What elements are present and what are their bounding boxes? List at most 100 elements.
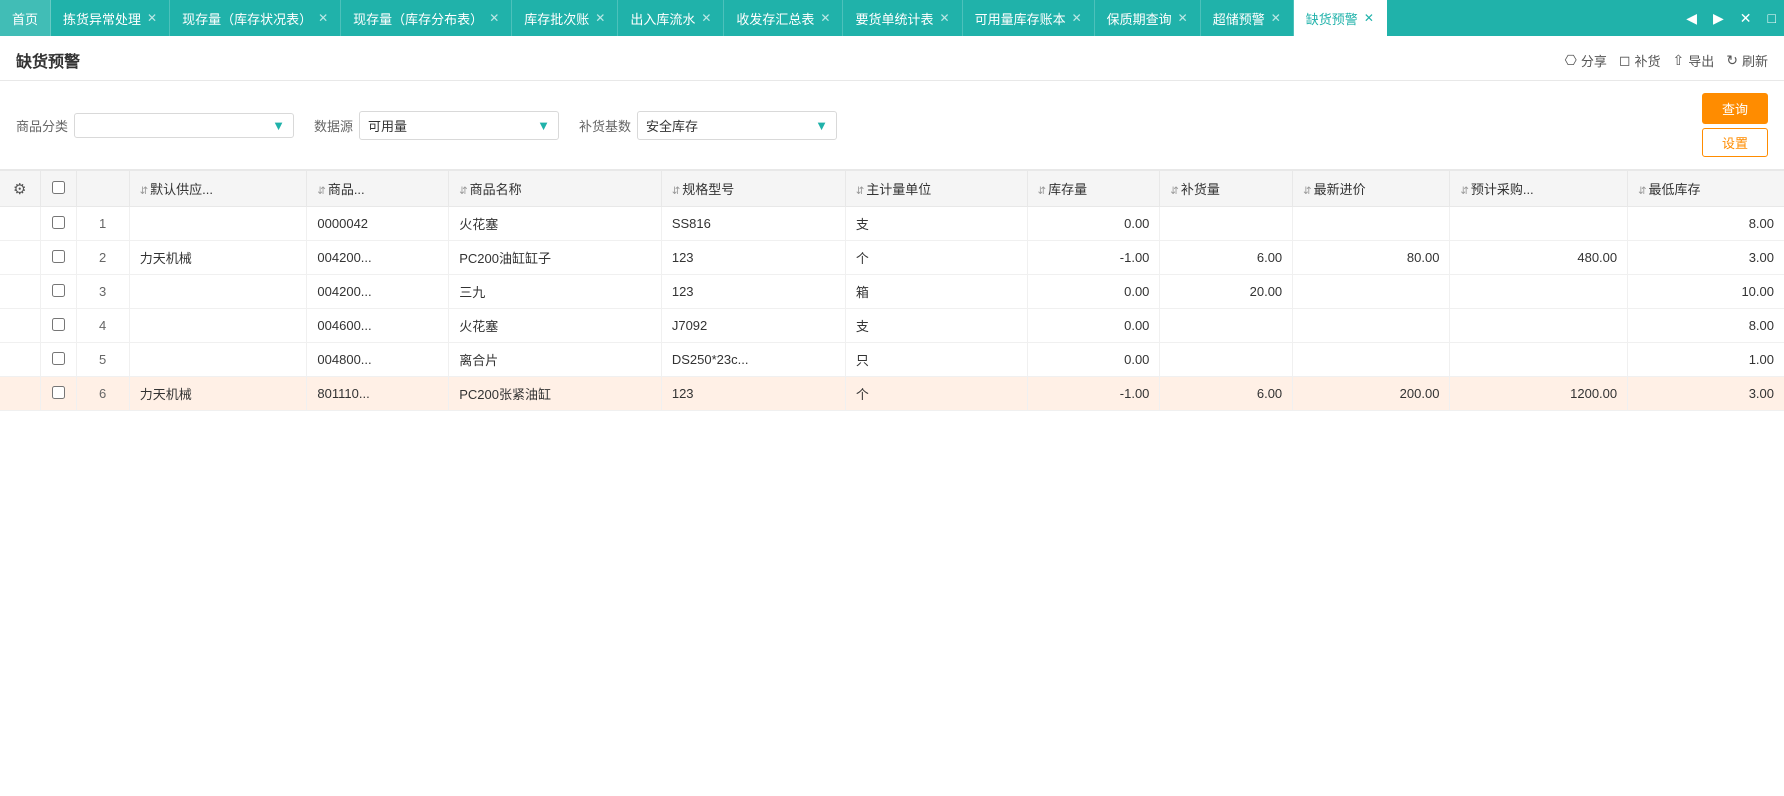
sort-icon-spec: ⇵ (672, 186, 680, 197)
tab-close-10[interactable]: ✕ (1271, 11, 1281, 25)
row-checkbox-4[interactable] (52, 352, 65, 365)
tab-item-5[interactable]: 出入库流水✕ (618, 0, 724, 36)
td-num-3: 4 (76, 309, 129, 343)
tab-item-3[interactable]: 现存量（库存分布表）✕ (341, 0, 512, 36)
td-product-name-1: PC200油缸缸子 (449, 241, 662, 275)
td-checkbox-2[interactable] (40, 275, 76, 309)
td-checkbox-3[interactable] (40, 309, 76, 343)
table-row: 3 004200... 三九 123 箱 0.00 20.00 10.00 (0, 275, 1784, 309)
th-checkbox[interactable] (40, 171, 76, 207)
row-checkbox-0[interactable] (52, 216, 65, 229)
datasource-select[interactable]: 可用量 ▼ (359, 111, 559, 140)
row-checkbox-3[interactable] (52, 318, 65, 331)
td-est-purchase-2 (1450, 275, 1628, 309)
tab-close-1[interactable]: ✕ (147, 11, 157, 25)
tab-close-8[interactable]: ✕ (1072, 11, 1082, 25)
tab-close-5[interactable]: ✕ (701, 11, 711, 25)
td-checkbox-5[interactable] (40, 377, 76, 411)
td-settings-3 (0, 309, 40, 343)
td-spec-5: 123 (661, 377, 845, 411)
tab-close-9[interactable]: ✕ (1178, 11, 1188, 25)
table-row: 6 力天机械 801110... PC200张紧油缸 123 个 -1.00 6… (0, 377, 1784, 411)
td-unit-5: 个 (845, 377, 1027, 411)
tab-minimize-button[interactable]: □ (1760, 0, 1784, 36)
query-button[interactable]: 查询 (1702, 93, 1768, 124)
tab-item-4[interactable]: 库存批次账✕ (512, 0, 618, 36)
tab-item-9[interactable]: 保质期查询✕ (1095, 0, 1201, 36)
refresh-button[interactable]: ↻ 刷新 (1726, 51, 1768, 70)
settings-button[interactable]: 设置 (1702, 128, 1768, 157)
tab-item-10[interactable]: 超储预警✕ (1201, 0, 1294, 36)
sort-icon-min-stock: ⇵ (1638, 186, 1646, 197)
td-product-code-3: 004600... (307, 309, 449, 343)
th-est-purchase[interactable]: ⇵预计采购... (1450, 171, 1628, 207)
tab-close-11[interactable]: ✕ (1364, 11, 1374, 25)
tab-item-6[interactable]: 收发存汇总表✕ (724, 0, 843, 36)
th-latest-price[interactable]: ⇵最新进价 (1293, 171, 1450, 207)
sort-icon-product-code: ⇵ (317, 186, 325, 197)
td-spec-1: 123 (661, 241, 845, 275)
tab-close-2[interactable]: ✕ (318, 11, 328, 25)
replenish-base-select[interactable]: 安全库存 ▼ (637, 111, 837, 140)
row-checkbox-5[interactable] (52, 386, 65, 399)
export-button[interactable]: ⇧ 导出 (1673, 51, 1715, 70)
td-min-stock-5: 3.00 (1628, 377, 1784, 411)
tab-label-2: 现存量（库存状况表） (182, 9, 312, 28)
td-stock-1: -1.00 (1027, 241, 1160, 275)
tab-close-all-button[interactable]: ✕ (1732, 0, 1760, 36)
tab-close-4[interactable]: ✕ (595, 11, 605, 25)
th-num (76, 171, 129, 207)
tab-next-button[interactable]: ▶ (1705, 0, 1732, 36)
td-checkbox-0[interactable] (40, 207, 76, 241)
th-unit[interactable]: ⇵主计量单位 (845, 171, 1027, 207)
td-product-code-0: 0000042 (307, 207, 449, 241)
replenish-button[interactable]: ◻ 补货 (1619, 51, 1661, 70)
gear-icon[interactable]: ⚙ (13, 181, 26, 198)
table-body: 1 0000042 火花塞 SS816 支 0.00 8.00 2 力天机械 0… (0, 207, 1784, 411)
share-icon: ⎔ (1565, 52, 1577, 69)
td-product-name-2: 三九 (449, 275, 662, 309)
tab-close-6[interactable]: ✕ (820, 11, 830, 25)
th-product-code[interactable]: ⇵商品... (307, 171, 449, 207)
tab-item-11[interactable]: 缺货预警✕ (1294, 0, 1387, 36)
td-replenish-qty-3 (1160, 309, 1293, 343)
tab-prev-button[interactable]: ◀ (1678, 0, 1705, 36)
td-checkbox-1[interactable] (40, 241, 76, 275)
td-latest-price-4 (1293, 343, 1450, 377)
td-replenish-qty-2: 20.00 (1160, 275, 1293, 309)
td-supplier-0 (129, 207, 307, 241)
tab-item-2[interactable]: 现存量（库存状况表） ✕ (170, 0, 341, 36)
th-stock[interactable]: ⇵库存量 (1027, 171, 1160, 207)
row-checkbox-2[interactable] (52, 284, 65, 297)
td-stock-5: -1.00 (1027, 377, 1160, 411)
td-num-4: 5 (76, 343, 129, 377)
page-title: 缺货预警 (16, 48, 80, 72)
td-est-purchase-4 (1450, 343, 1628, 377)
th-replenish-qty[interactable]: ⇵补货量 (1160, 171, 1293, 207)
share-button[interactable]: ⎔ 分享 (1565, 51, 1607, 70)
select-all-checkbox[interactable] (52, 181, 65, 194)
td-checkbox-4[interactable] (40, 343, 76, 377)
td-product-name-4: 离合片 (449, 343, 662, 377)
th-product-name[interactable]: ⇵商品名称 (449, 171, 662, 207)
tab-item-8[interactable]: 可用量库存账本✕ (963, 0, 1095, 36)
replenish-base-label: 补货基数 (579, 116, 631, 135)
tab-item-1[interactable]: 拣货异常处理✕ (51, 0, 170, 36)
tab-label-0: 首页 (12, 9, 38, 28)
th-spec[interactable]: ⇵规格型号 (661, 171, 845, 207)
filter-right-buttons: 查询 设置 (1702, 93, 1768, 157)
th-min-stock[interactable]: ⇵最低库存 (1628, 171, 1784, 207)
tab-item-7[interactable]: 要货单统计表✕ (843, 0, 962, 36)
tab-close-7[interactable]: ✕ (940, 11, 950, 25)
td-replenish-qty-0 (1160, 207, 1293, 241)
row-checkbox-1[interactable] (52, 250, 65, 263)
td-product-code-1: 004200... (307, 241, 449, 275)
th-default-supplier[interactable]: ⇵默认供应... (129, 171, 307, 207)
th-settings[interactable]: ⚙ (0, 171, 40, 207)
td-unit-2: 箱 (845, 275, 1027, 309)
category-select[interactable]: ▼ (74, 113, 294, 138)
td-spec-0: SS816 (661, 207, 845, 241)
td-settings-5 (0, 377, 40, 411)
tab-item-0[interactable]: 首页 (0, 0, 51, 36)
tab-close-3[interactable]: ✕ (489, 11, 499, 25)
